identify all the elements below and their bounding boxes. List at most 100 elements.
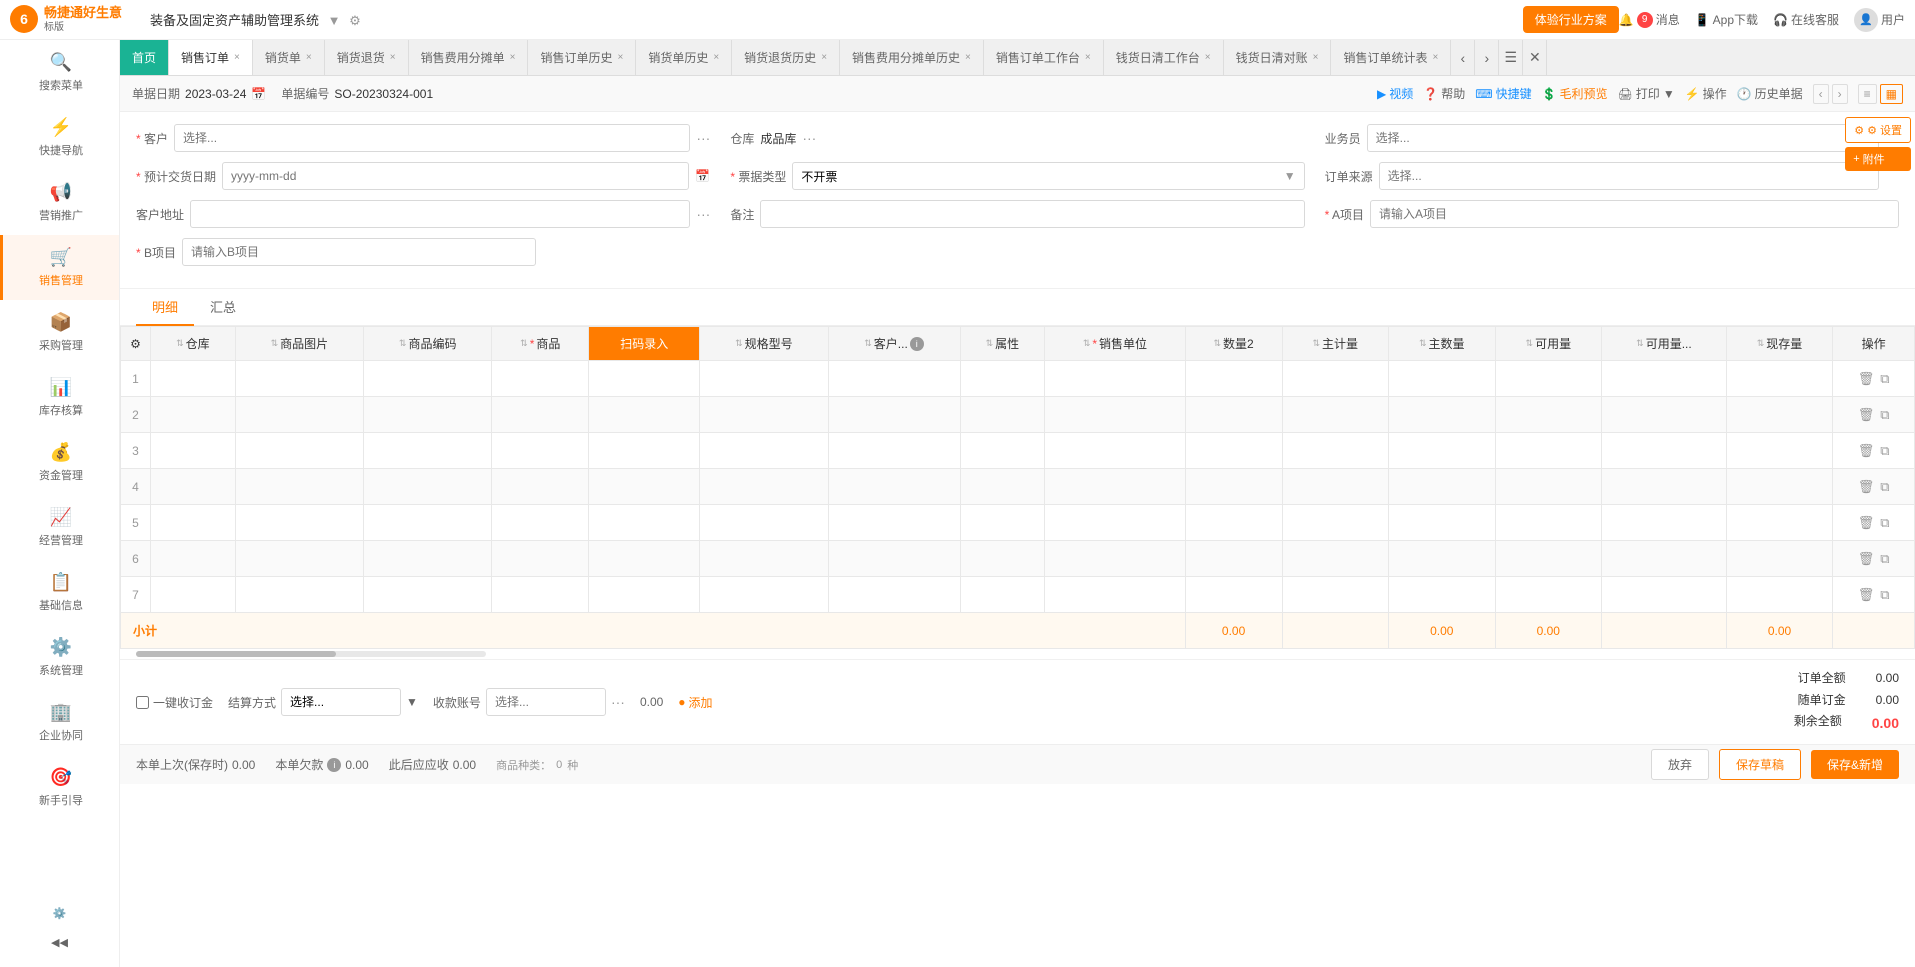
row-attribute-4[interactable]: [960, 469, 1045, 505]
calendar-icon[interactable]: 📅: [251, 87, 266, 101]
industry-btn[interactable]: 体验行业方案: [1523, 6, 1619, 33]
row-product-image-1[interactable]: [235, 361, 363, 397]
row-product-code-1[interactable]: [364, 361, 492, 397]
row-sales-unit-2[interactable]: [1045, 397, 1185, 433]
settlement-select[interactable]: 选择...: [281, 688, 401, 716]
row-scan-3[interactable]: [589, 433, 700, 469]
row-product-3[interactable]: [492, 433, 589, 469]
tab-nav-prev[interactable]: ‹: [1451, 40, 1475, 76]
sort-arrows-attribute[interactable]: ⇅: [986, 338, 994, 349]
row-customer-spec-4[interactable]: [828, 469, 960, 505]
add-payment-btn[interactable]: ● 添加: [678, 694, 712, 711]
tab-sales-order-workbench[interactable]: 销售订单工作台 ×: [984, 40, 1104, 76]
add-attachment-button[interactable]: + 附件: [1845, 147, 1911, 171]
tab-close-cash-daily-clear[interactable]: ×: [1205, 52, 1211, 63]
row-main-unit-1[interactable]: [1282, 361, 1389, 397]
sort-arrows-stock[interactable]: ⇅: [1757, 338, 1765, 349]
invoice-dropdown-icon[interactable]: ▼: [1284, 169, 1296, 183]
row-available2-4[interactable]: [1602, 469, 1727, 505]
row-product-1[interactable]: [492, 361, 589, 397]
row-customer-spec-2[interactable]: [828, 397, 960, 433]
tab-cash-reconcile[interactable]: 钱货日清对账 ×: [1224, 40, 1332, 76]
tab-sales-expense-history[interactable]: 销售费用分摊单历史 ×: [840, 40, 984, 76]
customer-input[interactable]: [174, 124, 690, 152]
sidebar-item-marketing[interactable]: 📢 营销推广: [0, 170, 119, 235]
sort-arrows-sales-unit[interactable]: ⇅: [1083, 338, 1091, 349]
row-available-6[interactable]: [1495, 541, 1602, 577]
row-scan-5[interactable]: [589, 505, 700, 541]
print-dropdown-icon[interactable]: ▼: [1663, 87, 1675, 101]
tab-sales-expense-split[interactable]: 销售费用分摊单 ×: [409, 40, 529, 76]
a-project-input[interactable]: [1370, 200, 1899, 228]
row-warehouse-1[interactable]: [151, 361, 236, 397]
card-view-btn[interactable]: ▦: [1880, 84, 1903, 104]
debit-info-icon[interactable]: i: [327, 758, 341, 772]
tab-nav-next[interactable]: ›: [1475, 40, 1499, 76]
tab-sales-refund[interactable]: 销货退货 ×: [325, 40, 409, 76]
salesperson-input[interactable]: [1367, 124, 1879, 152]
row-warehouse-6[interactable]: [151, 541, 236, 577]
row-product-code-2[interactable]: [364, 397, 492, 433]
print-btn[interactable]: 🖨 打印 ▼: [1618, 85, 1675, 102]
customer-more-icon[interactable]: ···: [696, 130, 710, 146]
row-main-unit-6[interactable]: [1282, 541, 1389, 577]
tab-close-sales-return-history[interactable]: ×: [713, 52, 719, 63]
warehouse-more-icon[interactable]: ···: [802, 130, 816, 146]
delete-icon-2[interactable]: 🗑: [1858, 407, 1875, 423]
view-video-btn[interactable]: ▶ 视频: [1377, 85, 1413, 102]
row-available2-6[interactable]: [1602, 541, 1727, 577]
tab-close-sales-expense-history[interactable]: ×: [965, 52, 971, 63]
row-product-5[interactable]: [492, 505, 589, 541]
table-scrollbar[interactable]: [136, 651, 486, 657]
tab-sales-return-history[interactable]: 销货单历史 ×: [636, 40, 732, 76]
row-customer-spec-1[interactable]: [828, 361, 960, 397]
row-available2-2[interactable]: [1602, 397, 1727, 433]
row-main-quantity-6[interactable]: [1389, 541, 1496, 577]
row-product-code-4[interactable]: [364, 469, 492, 505]
row-product-image-6[interactable]: [235, 541, 363, 577]
b-project-input[interactable]: [182, 238, 536, 266]
row-warehouse-3[interactable]: [151, 433, 236, 469]
save-new-button[interactable]: 保存&新增: [1811, 750, 1899, 779]
row-quantity2-5[interactable]: [1185, 505, 1282, 541]
row-product-code-3[interactable]: [364, 433, 492, 469]
copy-icon-5[interactable]: ⧉: [1880, 515, 1889, 531]
sidebar-item-enterprise[interactable]: 🏢 企业协同: [0, 690, 119, 755]
row-warehouse-4[interactable]: [151, 469, 236, 505]
row-product-2[interactable]: [492, 397, 589, 433]
row-stock-1[interactable]: [1726, 361, 1833, 397]
sidebar-item-operations[interactable]: 📈 经营管理: [0, 495, 119, 560]
sort-arrows-product-code[interactable]: ⇅: [399, 338, 407, 349]
row-available-4[interactable]: [1495, 469, 1602, 505]
user-avatar-item[interactable]: 👤 用户: [1854, 8, 1905, 32]
sort-arrows-available[interactable]: ⇅: [1526, 338, 1534, 349]
sidebar-item-system[interactable]: ⚙️ 系统管理: [0, 625, 119, 690]
sidebar-item-sales[interactable]: 🛒 销售管理: [0, 235, 119, 300]
copy-icon-4[interactable]: ⧉: [1880, 479, 1889, 495]
row-attribute-2[interactable]: [960, 397, 1045, 433]
one-click-checkbox[interactable]: [136, 696, 149, 709]
app-download-item[interactable]: 📱 App下载: [1695, 11, 1758, 28]
row-sales-unit-3[interactable]: [1045, 433, 1185, 469]
sort-arrows-main-quantity[interactable]: ⇅: [1419, 338, 1427, 349]
sidebar-item-search[interactable]: 🔍 搜索菜单: [0, 40, 119, 105]
next-record-btn[interactable]: ›: [1832, 84, 1848, 104]
tab-close-sales-order-workbench[interactable]: ×: [1085, 52, 1091, 63]
sidebar-item-guide[interactable]: 🎯 新手引导: [0, 755, 119, 820]
copy-icon-3[interactable]: ⧉: [1880, 443, 1889, 459]
tab-close-sales-return[interactable]: ×: [306, 52, 312, 63]
system-dropdown[interactable]: ▼: [328, 13, 341, 28]
row-main-quantity-1[interactable]: [1389, 361, 1496, 397]
list-view-btn[interactable]: ≡: [1858, 84, 1877, 104]
row-product-code-6[interactable]: [364, 541, 492, 577]
tab-close-sales-order[interactable]: ×: [234, 52, 240, 63]
settings-icon[interactable]: ⚙: [349, 13, 361, 28]
row-product-image-3[interactable]: [235, 433, 363, 469]
discard-button[interactable]: 放弃: [1651, 749, 1709, 780]
one-click-label[interactable]: 一键收订金: [136, 694, 213, 711]
order-source-input[interactable]: [1379, 162, 1879, 190]
delete-icon-5[interactable]: 🗑: [1858, 515, 1875, 531]
copy-icon-7[interactable]: ⧉: [1880, 587, 1889, 603]
address-more-icon[interactable]: ···: [696, 206, 710, 222]
row-product-6[interactable]: [492, 541, 589, 577]
